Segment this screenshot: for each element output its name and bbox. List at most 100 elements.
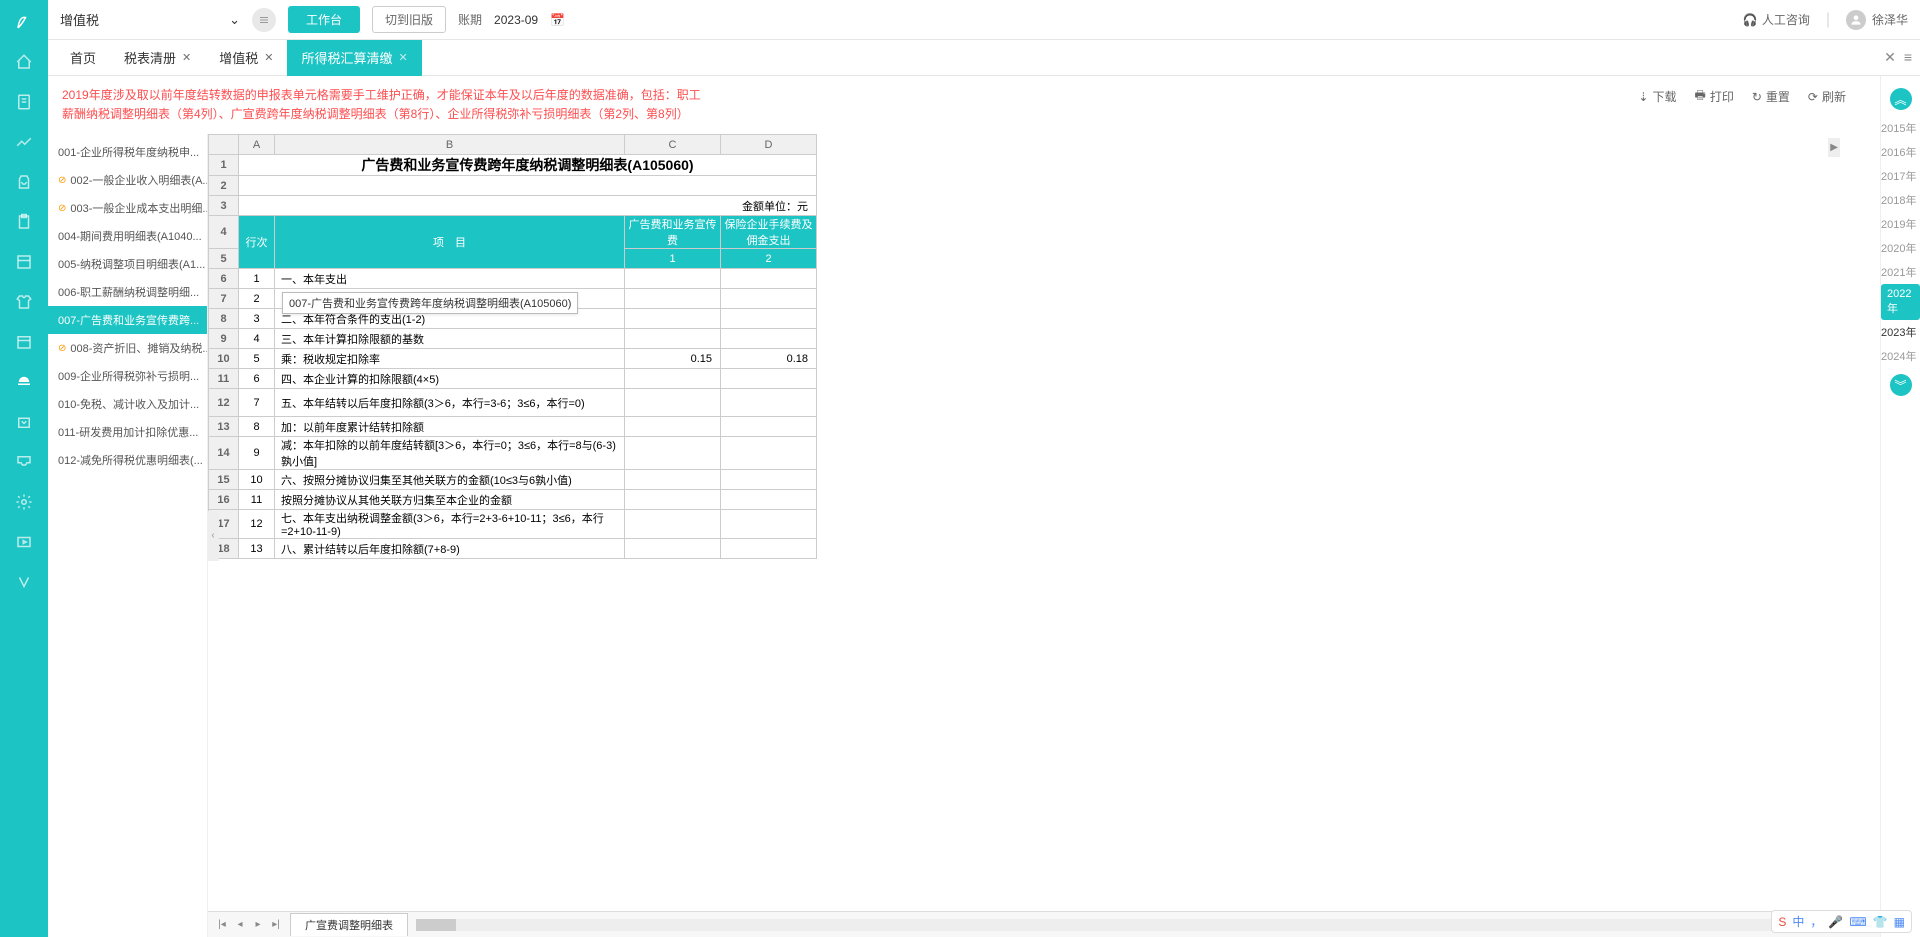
tab-3[interactable]: 所得税汇算清缴✕: [287, 40, 421, 76]
form-list-item[interactable]: 005-纳税调整项目明细表(A1...: [48, 250, 207, 278]
value-cell-d[interactable]: [721, 329, 817, 349]
form-list-item[interactable]: ⊘003-一般企业成本支出明细...: [48, 194, 207, 222]
project-cell[interactable]: 一、本年支出: [275, 269, 625, 289]
year-item[interactable]: 2015年: [1881, 116, 1920, 140]
value-cell-d[interactable]: [721, 417, 817, 437]
archive-icon[interactable]: [14, 412, 34, 432]
year-item[interactable]: 2017年: [1881, 164, 1920, 188]
form-list-item[interactable]: 004-期间费用明细表(A1040...: [48, 222, 207, 250]
collapse-handle[interactable]: ‹: [207, 511, 219, 561]
food-icon[interactable]: [14, 372, 34, 392]
row-header[interactable]: 3: [209, 196, 239, 216]
home-icon[interactable]: [14, 52, 34, 72]
year-item[interactable]: 2016年: [1881, 140, 1920, 164]
shirt-icon[interactable]: [14, 292, 34, 312]
tab-1[interactable]: 税表清册✕: [110, 40, 205, 76]
row-header[interactable]: 13: [209, 417, 239, 437]
download-button[interactable]: ⇣下载: [1638, 86, 1676, 107]
sheet-nav-next[interactable]: ▸: [250, 919, 266, 930]
bag-icon[interactable]: [14, 172, 34, 192]
project-cell[interactable]: 四、本企业计算的扣除限额(4×5): [275, 369, 625, 389]
form-list-item[interactable]: ⊘008-资产折旧、摊销及纳税...: [48, 334, 207, 362]
row-header[interactable]: 8: [209, 309, 239, 329]
value-cell-c[interactable]: [625, 329, 721, 349]
v-icon[interactable]: [14, 572, 34, 592]
row-header[interactable]: 9: [209, 329, 239, 349]
row-header[interactable]: 11: [209, 369, 239, 389]
doc-icon[interactable]: [14, 92, 34, 112]
year-scroll-down[interactable]: ︾: [1890, 374, 1912, 396]
value-cell-c[interactable]: [625, 437, 721, 470]
row-header[interactable]: 4: [209, 216, 239, 249]
col-header[interactable]: A: [239, 135, 275, 155]
spreadsheet[interactable]: ABCD1广告费和业务宣传费跨年度纳税调整明细表(A105060)23金额单位：…: [208, 134, 1880, 911]
workspace-button[interactable]: 工作台: [288, 6, 360, 33]
reset-button[interactable]: ↻重置: [1752, 86, 1790, 107]
project-cell[interactable]: 五、本年结转以后年度扣除额(3＞6，本行=3-6；3≤6，本行=0): [275, 389, 625, 417]
form-list-item[interactable]: 006-职工薪酬纳税调整明细...: [48, 278, 207, 306]
value-cell-d[interactable]: [721, 490, 817, 510]
year-item[interactable]: 2021年: [1881, 260, 1920, 284]
value-cell-d[interactable]: [721, 437, 817, 470]
sheet-tab[interactable]: 广宣费调整明细表: [290, 913, 408, 936]
row-header[interactable]: 12: [209, 389, 239, 417]
close-icon[interactable]: ✕: [264, 51, 273, 64]
form-list-item[interactable]: 009-企业所得税弥补亏损明...: [48, 362, 207, 390]
sheet-nav-last[interactable]: ▸|: [268, 919, 284, 930]
value-cell-c[interactable]: [625, 510, 721, 539]
inbox-icon[interactable]: [14, 452, 34, 472]
support-link[interactable]: 🎧 人工咨询: [1743, 11, 1810, 28]
value-cell-d[interactable]: [721, 309, 817, 329]
ime-punct[interactable]: ，: [1810, 913, 1822, 930]
value-cell-d[interactable]: [721, 539, 817, 559]
year-item[interactable]: 2024年: [1881, 344, 1920, 368]
value-cell-c[interactable]: [625, 539, 721, 559]
row-header[interactable]: 14: [209, 437, 239, 470]
tabs-menu-icon[interactable]: ≡: [1904, 49, 1912, 66]
horizontal-scrollbar[interactable]: [416, 919, 1872, 931]
value-cell-d[interactable]: 0.18: [721, 349, 817, 369]
row-header[interactable]: 16: [209, 490, 239, 510]
ime-logo-icon[interactable]: S: [1778, 915, 1786, 929]
year-scroll-up[interactable]: ︽: [1890, 88, 1912, 110]
value-cell-d[interactable]: [721, 369, 817, 389]
project-cell[interactable]: 七、本年支出纳税调整金额(3＞6，本行=2+3-6+10-11；3≤6，本行=2…: [275, 510, 625, 539]
close-all-icon[interactable]: ✕: [1884, 49, 1896, 66]
ime-mic-icon[interactable]: 🎤: [1828, 915, 1843, 929]
tab-2[interactable]: 增值税✕: [205, 40, 287, 76]
form-list-item[interactable]: 011-研发费用加计扣除优惠...: [48, 418, 207, 446]
formula-bar[interactable]: 007-广告费和业务宣传费跨年度纳税调整明细表(A105060): [282, 292, 578, 314]
value-cell-d[interactable]: [721, 510, 817, 539]
year-item[interactable]: 2018年: [1881, 188, 1920, 212]
value-cell-c[interactable]: [625, 289, 721, 309]
value-cell-c[interactable]: [625, 470, 721, 490]
tab-0[interactable]: 首页: [56, 40, 110, 76]
value-cell-c[interactable]: [625, 369, 721, 389]
video-icon[interactable]: [14, 532, 34, 552]
value-cell-d[interactable]: [721, 269, 817, 289]
calendar-picker-icon[interactable]: 📅: [550, 13, 565, 27]
close-icon[interactable]: ✕: [399, 51, 408, 64]
row-header[interactable]: 7: [209, 289, 239, 309]
row-header[interactable]: 1: [209, 155, 239, 176]
col-header[interactable]: D: [721, 135, 817, 155]
ime-keyboard-icon[interactable]: ⌨: [1849, 915, 1866, 929]
ime-grid-icon[interactable]: ▦: [1894, 915, 1905, 929]
tax-type-dropdown[interactable]: 增值税 ⌄: [60, 10, 240, 29]
year-item[interactable]: 2020年: [1881, 236, 1920, 260]
chart-icon[interactable]: [14, 132, 34, 152]
project-cell[interactable]: 减：本年扣除的以前年度结转额[3＞6，本行=0；3≤6，本行=8与(6-3)孰小…: [275, 437, 625, 470]
row-header[interactable]: 6: [209, 269, 239, 289]
row-header[interactable]: 15: [209, 470, 239, 490]
calendar-icon[interactable]: [14, 332, 34, 352]
value-cell-d[interactable]: [721, 470, 817, 490]
form-list-item[interactable]: 010-免税、减计收入及加计...: [48, 390, 207, 418]
project-cell[interactable]: 按照分摊协议从其他关联方归集至本企业的金额: [275, 490, 625, 510]
project-cell[interactable]: 乘：税收规定扣除率: [275, 349, 625, 369]
project-cell[interactable]: 加：以前年度累计结转扣除额: [275, 417, 625, 437]
close-icon[interactable]: ✕: [182, 51, 191, 64]
year-item[interactable]: 2022年: [1881, 284, 1920, 320]
value-cell-d[interactable]: [721, 389, 817, 417]
col-header[interactable]: C: [625, 135, 721, 155]
value-cell-c[interactable]: [625, 309, 721, 329]
